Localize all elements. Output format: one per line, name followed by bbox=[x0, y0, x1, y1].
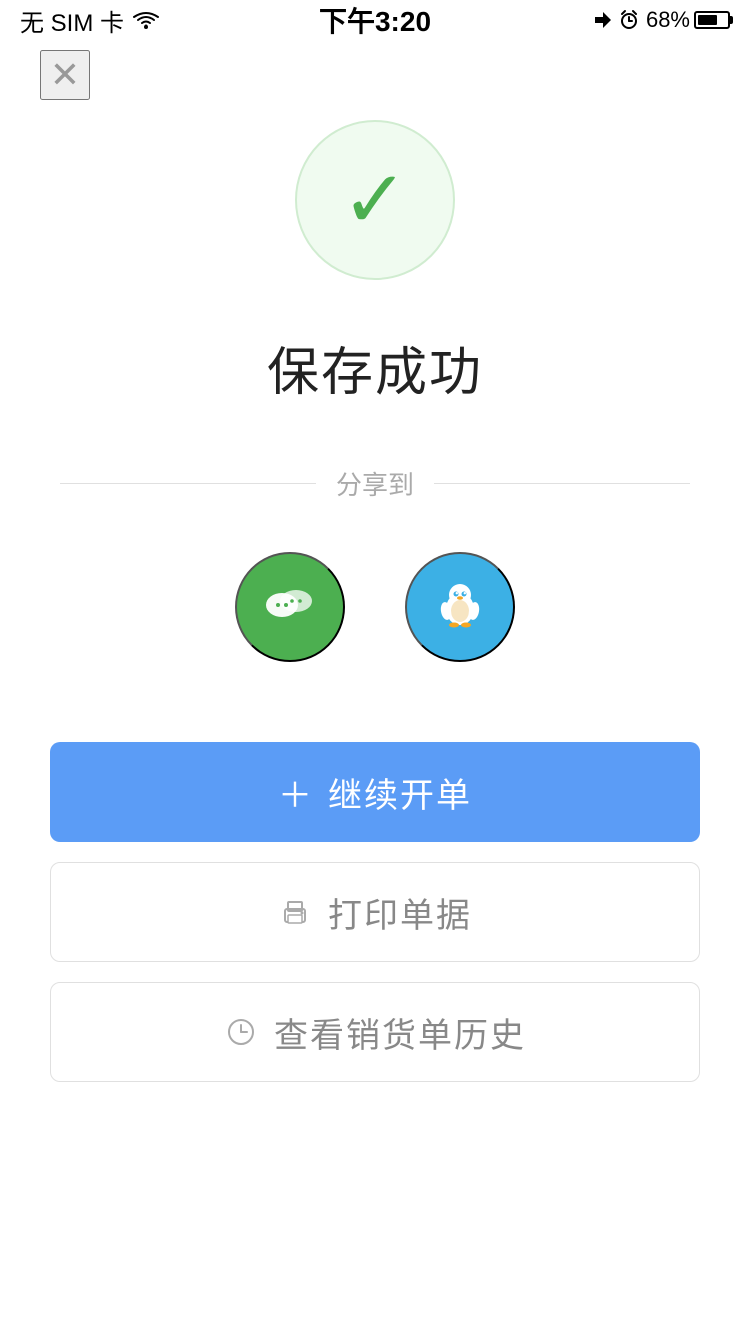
print-label: 打印单据 bbox=[328, 888, 472, 937]
continue-button[interactable]: ＋ 继续开单 bbox=[50, 742, 700, 842]
battery-percent: 68% bbox=[646, 7, 690, 33]
wechat-share-button[interactable] bbox=[235, 552, 345, 662]
action-buttons: ＋ 继续开单 打印单据 查看销货单历史 bbox=[0, 742, 750, 1082]
checkmark-icon: ✓ bbox=[341, 160, 408, 240]
qq-share-button[interactable] bbox=[405, 552, 515, 662]
share-label: 分享到 bbox=[336, 465, 414, 502]
history-button[interactable]: 查看销货单历史 bbox=[50, 982, 700, 1082]
location-icon bbox=[594, 11, 612, 29]
status-time: 下午3:20 bbox=[319, 0, 431, 40]
battery: 68% bbox=[646, 7, 730, 33]
print-icon bbox=[278, 895, 312, 929]
history-label: 查看销货单历史 bbox=[274, 1008, 526, 1057]
main-content: ✓ 保存成功 分享到 bbox=[0, 40, 750, 1082]
success-circle: ✓ bbox=[295, 120, 455, 280]
qq-icon bbox=[428, 575, 492, 639]
status-left: 无 SIM 卡 bbox=[20, 3, 160, 38]
battery-body bbox=[694, 11, 730, 29]
close-button[interactable]: ✕ bbox=[40, 50, 90, 100]
divider-line-left bbox=[60, 483, 316, 484]
battery-fill bbox=[698, 15, 717, 25]
sim-text: 无 SIM 卡 bbox=[20, 3, 124, 38]
status-bar: 无 SIM 卡 下午3:20 68% bbox=[0, 0, 750, 40]
success-title: 保存成功 bbox=[267, 330, 483, 405]
wechat-icon bbox=[258, 575, 322, 639]
wifi-icon bbox=[132, 10, 160, 30]
close-icon: ✕ bbox=[50, 57, 80, 93]
continue-label: 继续开单 bbox=[328, 768, 472, 817]
alarm-icon bbox=[618, 9, 640, 31]
plus-icon: ＋ bbox=[278, 768, 312, 817]
status-right: 68% bbox=[594, 7, 730, 33]
share-icons bbox=[235, 552, 515, 662]
print-button[interactable]: 打印单据 bbox=[50, 862, 700, 962]
clock-icon bbox=[224, 1015, 258, 1049]
share-divider: 分享到 bbox=[0, 465, 750, 502]
divider-line-right bbox=[434, 483, 690, 484]
